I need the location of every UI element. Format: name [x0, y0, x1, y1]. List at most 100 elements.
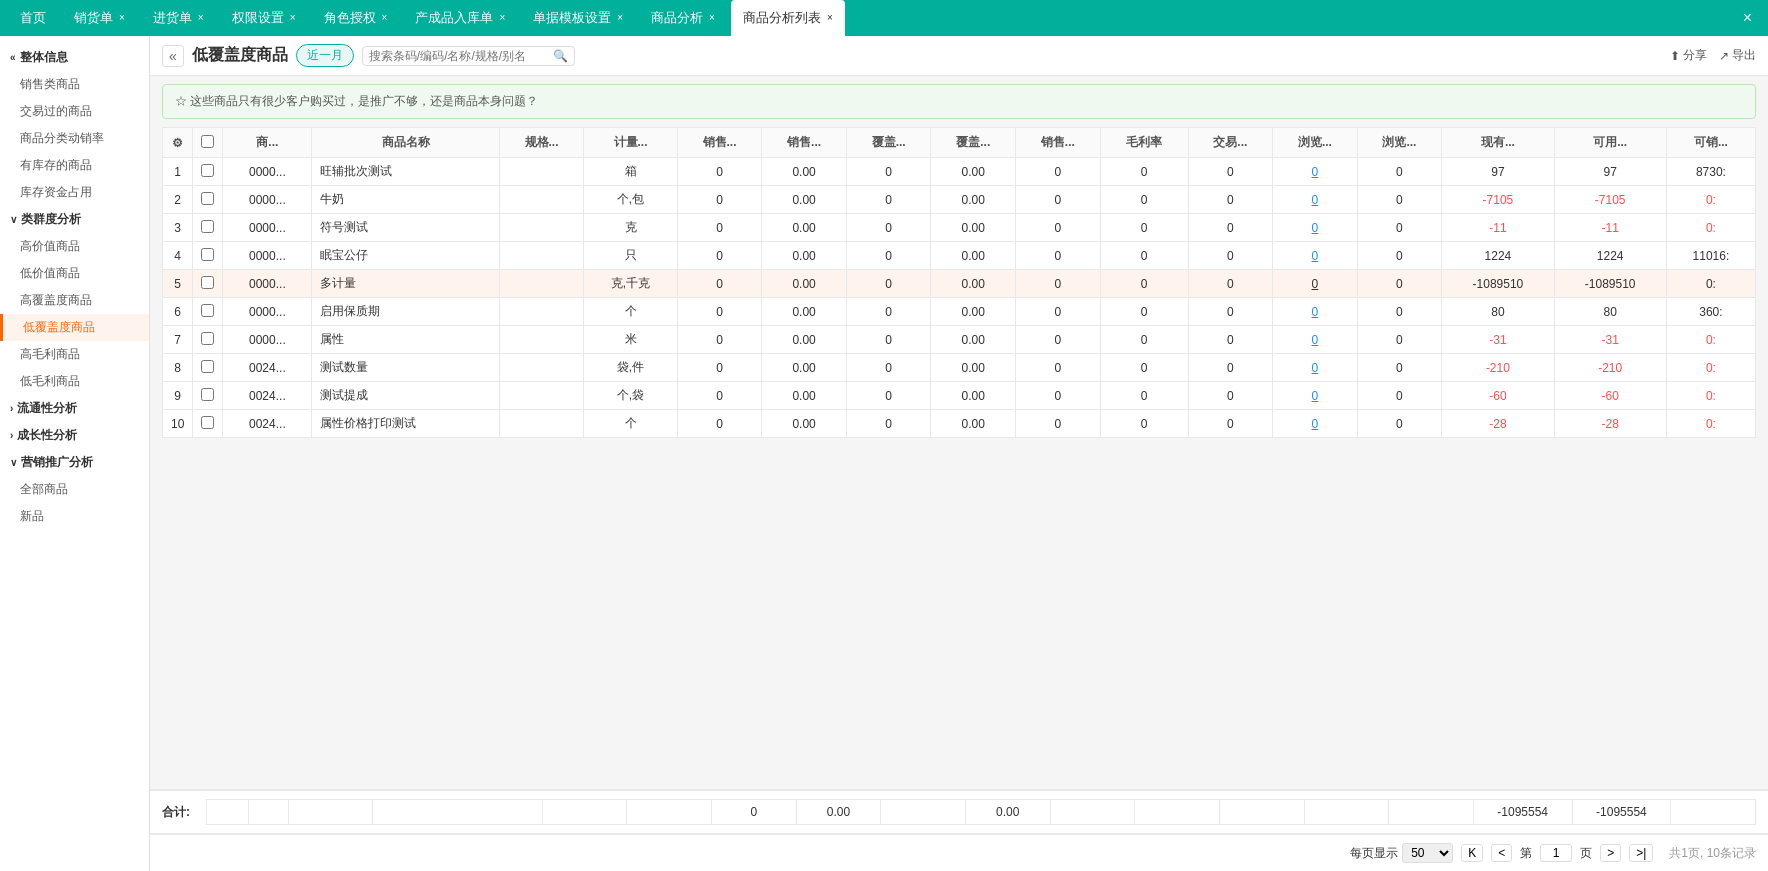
row-browse1[interactable]: 0 [1273, 326, 1358, 354]
sidebar-item-low-coverage[interactable]: 低覆盖度商品 [0, 314, 149, 341]
close-analysis-icon[interactable]: × [709, 0, 715, 36]
share-button[interactable]: ⬆ 分享 [1670, 47, 1707, 64]
nav-tab-role[interactable]: 角色授权 × [312, 0, 400, 36]
col-current: 现有... [1442, 128, 1554, 158]
row-select-checkbox[interactable] [201, 192, 214, 205]
row-checkbox[interactable] [193, 382, 223, 410]
sidebar-item-sales-category[interactable]: 销售类商品 [0, 71, 149, 98]
sidebar-item-high-value[interactable]: 高价值商品 [0, 233, 149, 260]
row-browse1[interactable]: 0 [1273, 382, 1358, 410]
row-browse1[interactable]: 0 [1273, 186, 1358, 214]
close-sales-icon[interactable]: × [119, 0, 125, 36]
row-select-checkbox[interactable] [201, 304, 214, 317]
first-page-button[interactable]: K [1461, 844, 1483, 862]
search-icon[interactable]: 🔍 [553, 49, 568, 63]
row-select-checkbox[interactable] [201, 388, 214, 401]
row-available: -7105 [1554, 186, 1666, 214]
export-button[interactable]: ↗ 导出 [1719, 47, 1756, 64]
row-select-checkbox[interactable] [201, 164, 214, 177]
row-select-checkbox[interactable] [201, 416, 214, 429]
nav-tab-template[interactable]: 单据模板设置 × [521, 0, 635, 36]
row-gross-rate: 0 [1100, 242, 1188, 270]
search-input[interactable] [369, 49, 549, 63]
row-checkbox[interactable] [193, 242, 223, 270]
row-browse1[interactable]: 0 [1273, 298, 1358, 326]
sidebar-section-overall[interactable]: « 整体信息 [0, 44, 149, 71]
sidebar-item-has-stock[interactable]: 有库存的商品 [0, 152, 149, 179]
row-checkbox[interactable] [193, 158, 223, 186]
row-browse1[interactable]: 0 [1273, 242, 1358, 270]
close-purchase-icon[interactable]: × [198, 0, 204, 36]
nav-tab-permission[interactable]: 权限设置 × [220, 0, 308, 36]
row-checkbox[interactable] [193, 354, 223, 382]
row-checkbox[interactable] [193, 326, 223, 354]
next-page-button[interactable]: > [1600, 844, 1621, 862]
close-permission-icon[interactable]: × [290, 0, 296, 36]
row-checkbox[interactable] [193, 186, 223, 214]
row-sellable: 0: [1666, 326, 1755, 354]
sidebar-item-stock-occupy[interactable]: 库存资金占用 [0, 179, 149, 206]
nav-tab-sales[interactable]: 销货单 × [62, 0, 137, 36]
select-all-checkbox[interactable] [201, 135, 214, 148]
col-cov2: 覆盖... [931, 128, 1016, 158]
table-row: 5 0000... 多计量 克,千克 0 0.00 0 0.00 0 0 0 0… [163, 270, 1756, 298]
row-select-checkbox[interactable] [201, 276, 214, 289]
row-select-checkbox[interactable] [201, 220, 214, 233]
sidebar-item-high-coverage[interactable]: 高覆盖度商品 [0, 287, 149, 314]
row-browse1[interactable]: 0 [1273, 410, 1358, 438]
row-browse1[interactable]: 0 [1273, 354, 1358, 382]
sidebar-item-low-profit[interactable]: 低毛利商品 [0, 368, 149, 395]
sidebar-item-all-products[interactable]: 全部商品 [0, 476, 149, 503]
sidebar-section-quality[interactable]: ∨ 类群度分析 [0, 206, 149, 233]
row-name: 测试数量 [312, 354, 499, 382]
sidebar-item-new-products[interactable]: 新品 [0, 503, 149, 530]
sidebar-section-growth[interactable]: › 成长性分析 [0, 422, 149, 449]
nav-tab-home[interactable]: 首页 [8, 0, 58, 36]
page-number-input[interactable] [1540, 844, 1572, 862]
close-product-storage-icon[interactable]: × [499, 0, 505, 36]
col-browse2: 浏览... [1357, 128, 1442, 158]
col-checkbox[interactable] [193, 128, 223, 158]
row-cov2: 0.00 [931, 214, 1016, 242]
sidebar-item-traded[interactable]: 交易过的商品 [0, 98, 149, 125]
row-gross-rate: 0 [1100, 410, 1188, 438]
row-sales-amount: 0.00 [762, 158, 847, 186]
close-role-icon[interactable]: × [382, 0, 388, 36]
row-checkbox[interactable] [193, 270, 223, 298]
page-size-select[interactable]: 50 100 [1402, 843, 1453, 863]
nav-tab-product-storage[interactable]: 产成品入库单 × [403, 0, 517, 36]
row-cov2: 0.00 [931, 354, 1016, 382]
page-size-label: 每页显示 [1350, 845, 1398, 862]
row-select-checkbox[interactable] [201, 360, 214, 373]
search-box: 🔍 [362, 46, 575, 66]
row-browse1[interactable]: 0 [1273, 158, 1358, 186]
sidebar-item-low-value[interactable]: 低价值商品 [0, 260, 149, 287]
col-settings[interactable]: ⚙ [163, 128, 193, 158]
row-sales-amount: 0.00 [762, 382, 847, 410]
row-select-checkbox[interactable] [201, 332, 214, 345]
nav-tab-analysis-list[interactable]: 商品分析列表 × [731, 0, 845, 36]
row-select-checkbox[interactable] [201, 248, 214, 261]
filter-period-button[interactable]: 近一月 [296, 44, 354, 67]
close-analysis-list-icon[interactable]: × [827, 0, 833, 36]
row-checkbox[interactable] [193, 214, 223, 242]
row-checkbox[interactable] [193, 410, 223, 438]
sidebar-collapse-button[interactable]: « [162, 45, 184, 67]
close-template-icon[interactable]: × [617, 0, 623, 36]
sidebar-section-marketing[interactable]: ∨ 营销推广分析 [0, 449, 149, 476]
row-browse1[interactable]: 0 [1273, 270, 1358, 298]
prev-page-button[interactable]: < [1491, 844, 1512, 862]
nav-tab-analysis[interactable]: 商品分析 × [639, 0, 727, 36]
row-browse1[interactable]: 0 [1273, 214, 1358, 242]
row-unit: 克 [584, 214, 677, 242]
row-checkbox[interactable] [193, 298, 223, 326]
last-page-button[interactable]: >| [1629, 844, 1653, 862]
nav-tab-purchase[interactable]: 进货单 × [141, 0, 216, 36]
sidebar-section-flow[interactable]: › 流通性分析 [0, 395, 149, 422]
sidebar-item-high-profit[interactable]: 高毛利商品 [0, 341, 149, 368]
pagination: 每页显示 50 100 K < 第 页 > >| 共1页, 10条记录 [150, 834, 1768, 871]
row-gross-rate: 0 [1100, 186, 1188, 214]
sidebar-item-sales-rate[interactable]: 商品分类动销率 [0, 125, 149, 152]
window-close-button[interactable]: × [1735, 9, 1760, 27]
row-no: 10 [163, 410, 193, 438]
